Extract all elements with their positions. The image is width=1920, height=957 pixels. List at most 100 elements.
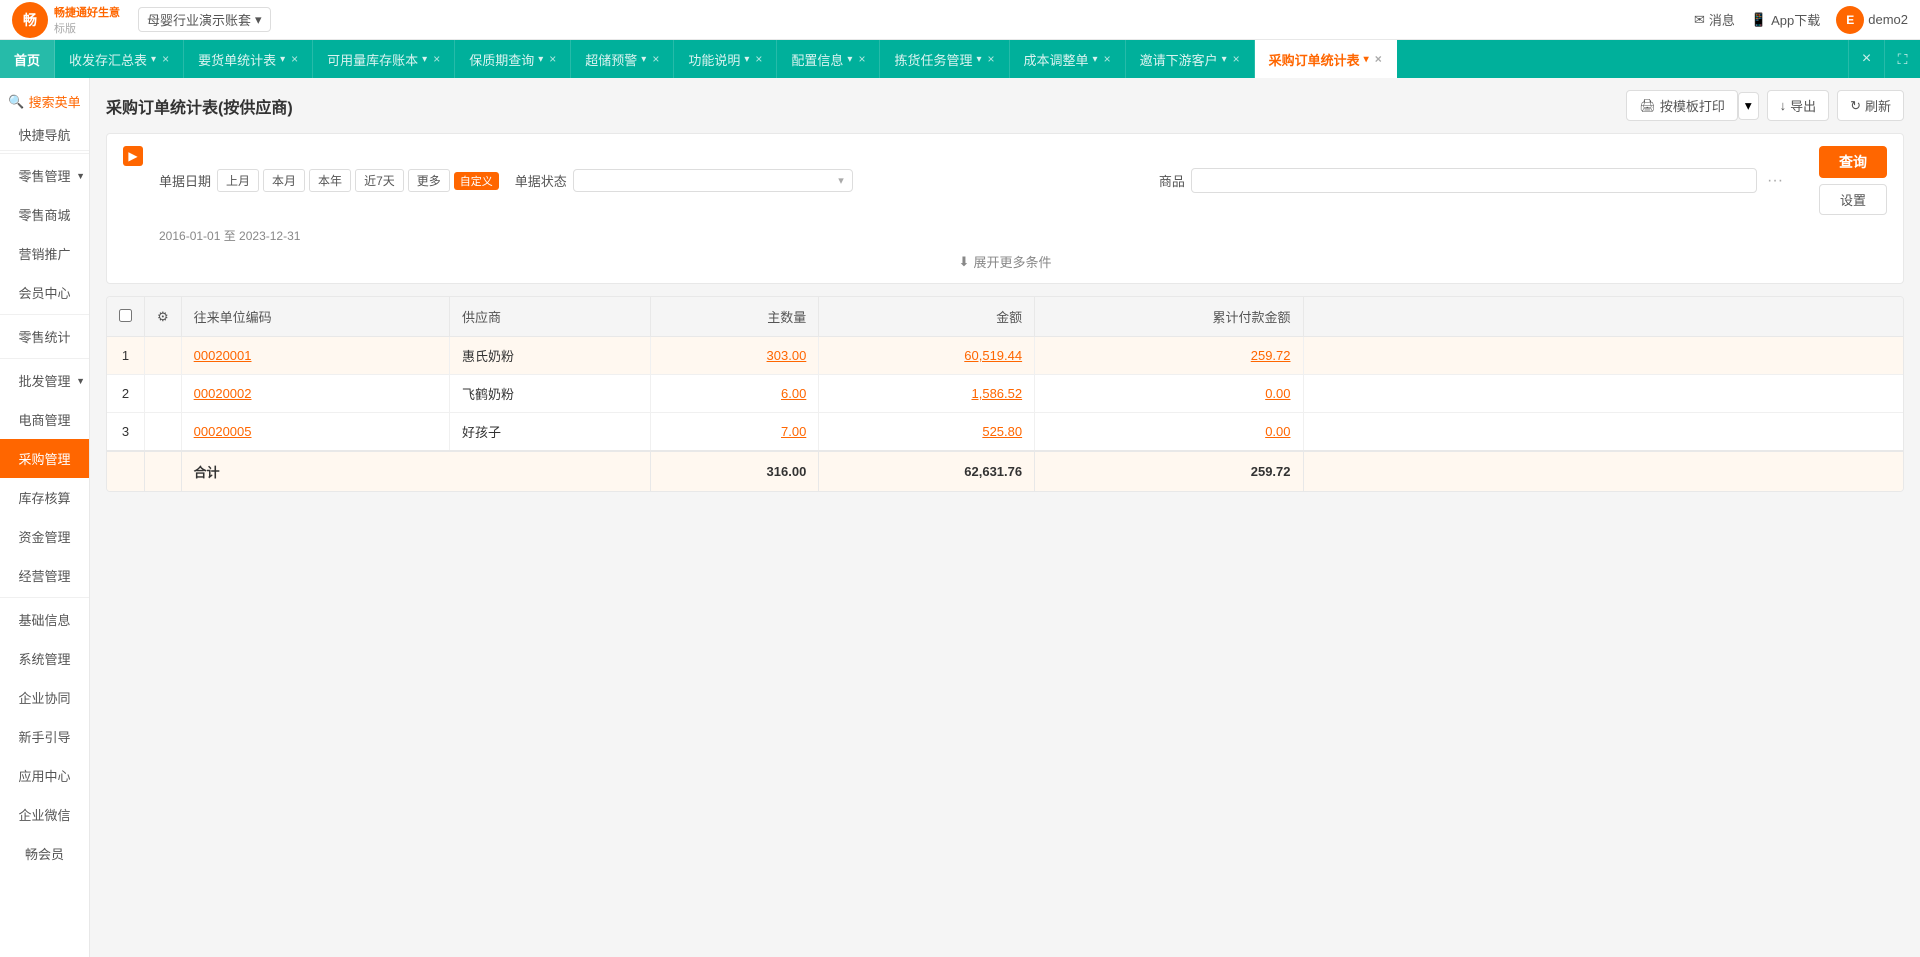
tab-config[interactable]: 配置信息 ▾ ×: [777, 40, 880, 78]
filter-collapse-toggle[interactable]: ▶: [123, 146, 143, 166]
sidebar-item-wholesale[interactable]: 批发管理: [0, 361, 89, 400]
date-more[interactable]: 更多: [408, 169, 450, 192]
sidebar-item-system[interactable]: 系统管理: [0, 639, 89, 678]
date-this-month[interactable]: 本月: [263, 169, 305, 192]
date-7days[interactable]: 近7天: [355, 169, 404, 192]
app-download-btn[interactable]: 📱 App下载: [1751, 10, 1820, 29]
print-icon: 🖨: [1639, 98, 1656, 114]
cell-amount[interactable]: 60,519.44: [819, 337, 1035, 375]
sidebar-item-ecommerce[interactable]: 电商管理: [0, 400, 89, 439]
select-all-checkbox[interactable]: [119, 309, 132, 322]
sidebar-item-enterprise[interactable]: 企业协同: [0, 678, 89, 717]
messages-btn[interactable]: ✉ 消息: [1694, 10, 1735, 29]
sidebar-item-purchase[interactable]: 采购管理: [0, 439, 89, 478]
page-actions: 🖨 按模板打印 ▾ ↓ 导出 ↻ 刷新: [1626, 90, 1904, 121]
footer-empty2: [145, 451, 182, 491]
date-filter: 单据日期 上月 本月 本年 近7天 更多 自定义: [159, 169, 499, 192]
cell-qty[interactable]: 7.00: [650, 413, 819, 452]
sidebar-divider: [0, 153, 89, 154]
sidebar-nav-shortcut[interactable]: 快捷导航: [0, 121, 89, 151]
sidebar-item-wechat[interactable]: 企业微信: [0, 795, 89, 834]
tab-arrow-icon: ▾: [744, 54, 749, 65]
tab-func-desc[interactable]: 功能说明 ▾ ×: [674, 40, 777, 78]
code-link[interactable]: 00020001: [194, 348, 252, 363]
tab-order-stats[interactable]: 要货单统计表 ▾ ×: [184, 40, 313, 78]
expand-btn[interactable]: ⬇ 展开更多条件: [959, 252, 1052, 271]
message-icon: ✉: [1694, 12, 1705, 28]
user-profile[interactable]: E demo2: [1836, 6, 1908, 34]
sidebar-item-marketing[interactable]: 营销推广: [0, 234, 89, 273]
tabs-close-btn[interactable]: ×: [1848, 40, 1884, 78]
col-code: 往来单位编码: [181, 297, 449, 337]
print-btn[interactable]: 🖨 按模板打印: [1626, 90, 1738, 121]
cell-amount[interactable]: 1,586.52: [819, 375, 1035, 413]
goods-filter: 商品 ···: [1159, 168, 1787, 193]
workspace-selector[interactable]: 母婴行业演示账套 ▾: [138, 7, 271, 32]
code-link[interactable]: 00020005: [194, 424, 252, 439]
sidebar-item-app-center[interactable]: 应用中心: [0, 756, 89, 795]
cell-qty[interactable]: 303.00: [650, 337, 819, 375]
cell-amount[interactable]: 525.80: [819, 413, 1035, 452]
tabs-expand-btn[interactable]: ⛶: [1884, 40, 1920, 78]
date-last-month[interactable]: 上月: [217, 169, 259, 192]
code-link[interactable]: 00020002: [194, 386, 252, 401]
expand-row: ⬇ 展开更多条件: [123, 252, 1887, 271]
date-this-year[interactable]: 本年: [309, 169, 351, 192]
sidebar-item-operations[interactable]: 经营管理: [0, 556, 89, 595]
tab-arrow-icon: ▾: [1364, 54, 1369, 65]
tab-close-icon[interactable]: ×: [652, 52, 659, 66]
sidebar-divider: [0, 597, 89, 598]
tab-close-icon[interactable]: ×: [1104, 52, 1111, 66]
tab-inventory[interactable]: 可用量库存账本 ▾ ×: [313, 40, 455, 78]
tab-close-icon[interactable]: ×: [433, 52, 440, 66]
goods-more-btn[interactable]: ···: [1763, 172, 1787, 190]
sidebar-item-vip[interactable]: 畅会员: [0, 834, 89, 873]
tab-invite-down[interactable]: 邀请下游客户 ▾ ×: [1126, 40, 1255, 78]
tab-home[interactable]: 首页: [0, 40, 55, 78]
filter-actions: 查询 设置: [1819, 146, 1887, 215]
tab-expiry[interactable]: 保质期查询 ▾ ×: [455, 40, 571, 78]
export-btn[interactable]: ↓ 导出: [1767, 90, 1830, 121]
sidebar-item-inventory-check[interactable]: 库存核算: [0, 478, 89, 517]
sidebar-item-new-guide[interactable]: 新手引导: [0, 717, 89, 756]
sidebar: 🔍 搜索英单 快捷导航 零售管理 零售商城 营销推广 会员中心 零售统计 批发管…: [0, 78, 90, 957]
tab-close-icon[interactable]: ×: [291, 52, 298, 66]
refresh-btn[interactable]: ↻ 刷新: [1837, 90, 1904, 121]
cell-paid[interactable]: 0.00: [1035, 375, 1303, 413]
cell-qty[interactable]: 6.00: [650, 375, 819, 413]
top-bar: 畅 畅捷通好生意 标版 母婴行业演示账套 ▾ ✉ 消息 📱 App下载 E de…: [0, 0, 1920, 40]
print-arrow-btn[interactable]: ▾: [1738, 92, 1759, 120]
sidebar-item-retail-stats[interactable]: 零售统计: [0, 317, 89, 356]
tab-cost-adjust[interactable]: 成本调整单 ▾ ×: [1010, 40, 1126, 78]
tab-overstock[interactable]: 超储预警 ▾ ×: [571, 40, 674, 78]
tab-close-icon[interactable]: ×: [549, 52, 556, 66]
cell-paid[interactable]: 0.00: [1035, 413, 1303, 452]
sidebar-item-basics[interactable]: 基础信息: [0, 600, 89, 639]
sidebar-item-finance[interactable]: 资金管理: [0, 517, 89, 556]
settings-btn[interactable]: 设置: [1819, 184, 1887, 215]
tab-tasks[interactable]: 拣货任务管理 ▾ ×: [880, 40, 1009, 78]
table-header-row: ⚙ 往来单位编码 供应商 主数量 金额 累计付款金额: [107, 297, 1903, 337]
status-select[interactable]: ▾: [573, 169, 853, 192]
tab-close-icon[interactable]: ×: [1233, 52, 1240, 66]
tab-receive[interactable]: 收发存汇总表 ▾ ×: [55, 40, 184, 78]
tab-close-icon[interactable]: ×: [755, 52, 762, 66]
cell-code: 00020005: [181, 413, 449, 452]
export-icon: ↓: [1780, 98, 1787, 113]
settings-col-icon[interactable]: ⚙: [157, 309, 169, 324]
date-shortcuts: 上月 本月 本年 近7天 更多 自定义: [217, 169, 499, 192]
tab-close-icon[interactable]: ×: [858, 52, 865, 66]
search-btn[interactable]: 🔍 搜索英单: [8, 88, 81, 115]
tab-close-icon[interactable]: ×: [1375, 52, 1382, 66]
sidebar-item-members[interactable]: 会员中心: [0, 273, 89, 312]
search-icon: 🔍: [8, 94, 24, 110]
refresh-icon: ↻: [1850, 98, 1861, 114]
tab-close-icon[interactable]: ×: [162, 52, 169, 66]
sidebar-item-retail-shop[interactable]: 零售商城: [0, 195, 89, 234]
tab-purchase-stats[interactable]: 采购订单统计表 ▾ ×: [1255, 40, 1397, 78]
tab-close-icon[interactable]: ×: [988, 52, 995, 66]
goods-input[interactable]: [1191, 168, 1757, 193]
sidebar-item-retail[interactable]: 零售管理: [0, 156, 89, 195]
cell-paid[interactable]: 259.72: [1035, 337, 1303, 375]
query-btn[interactable]: 查询: [1819, 146, 1887, 178]
